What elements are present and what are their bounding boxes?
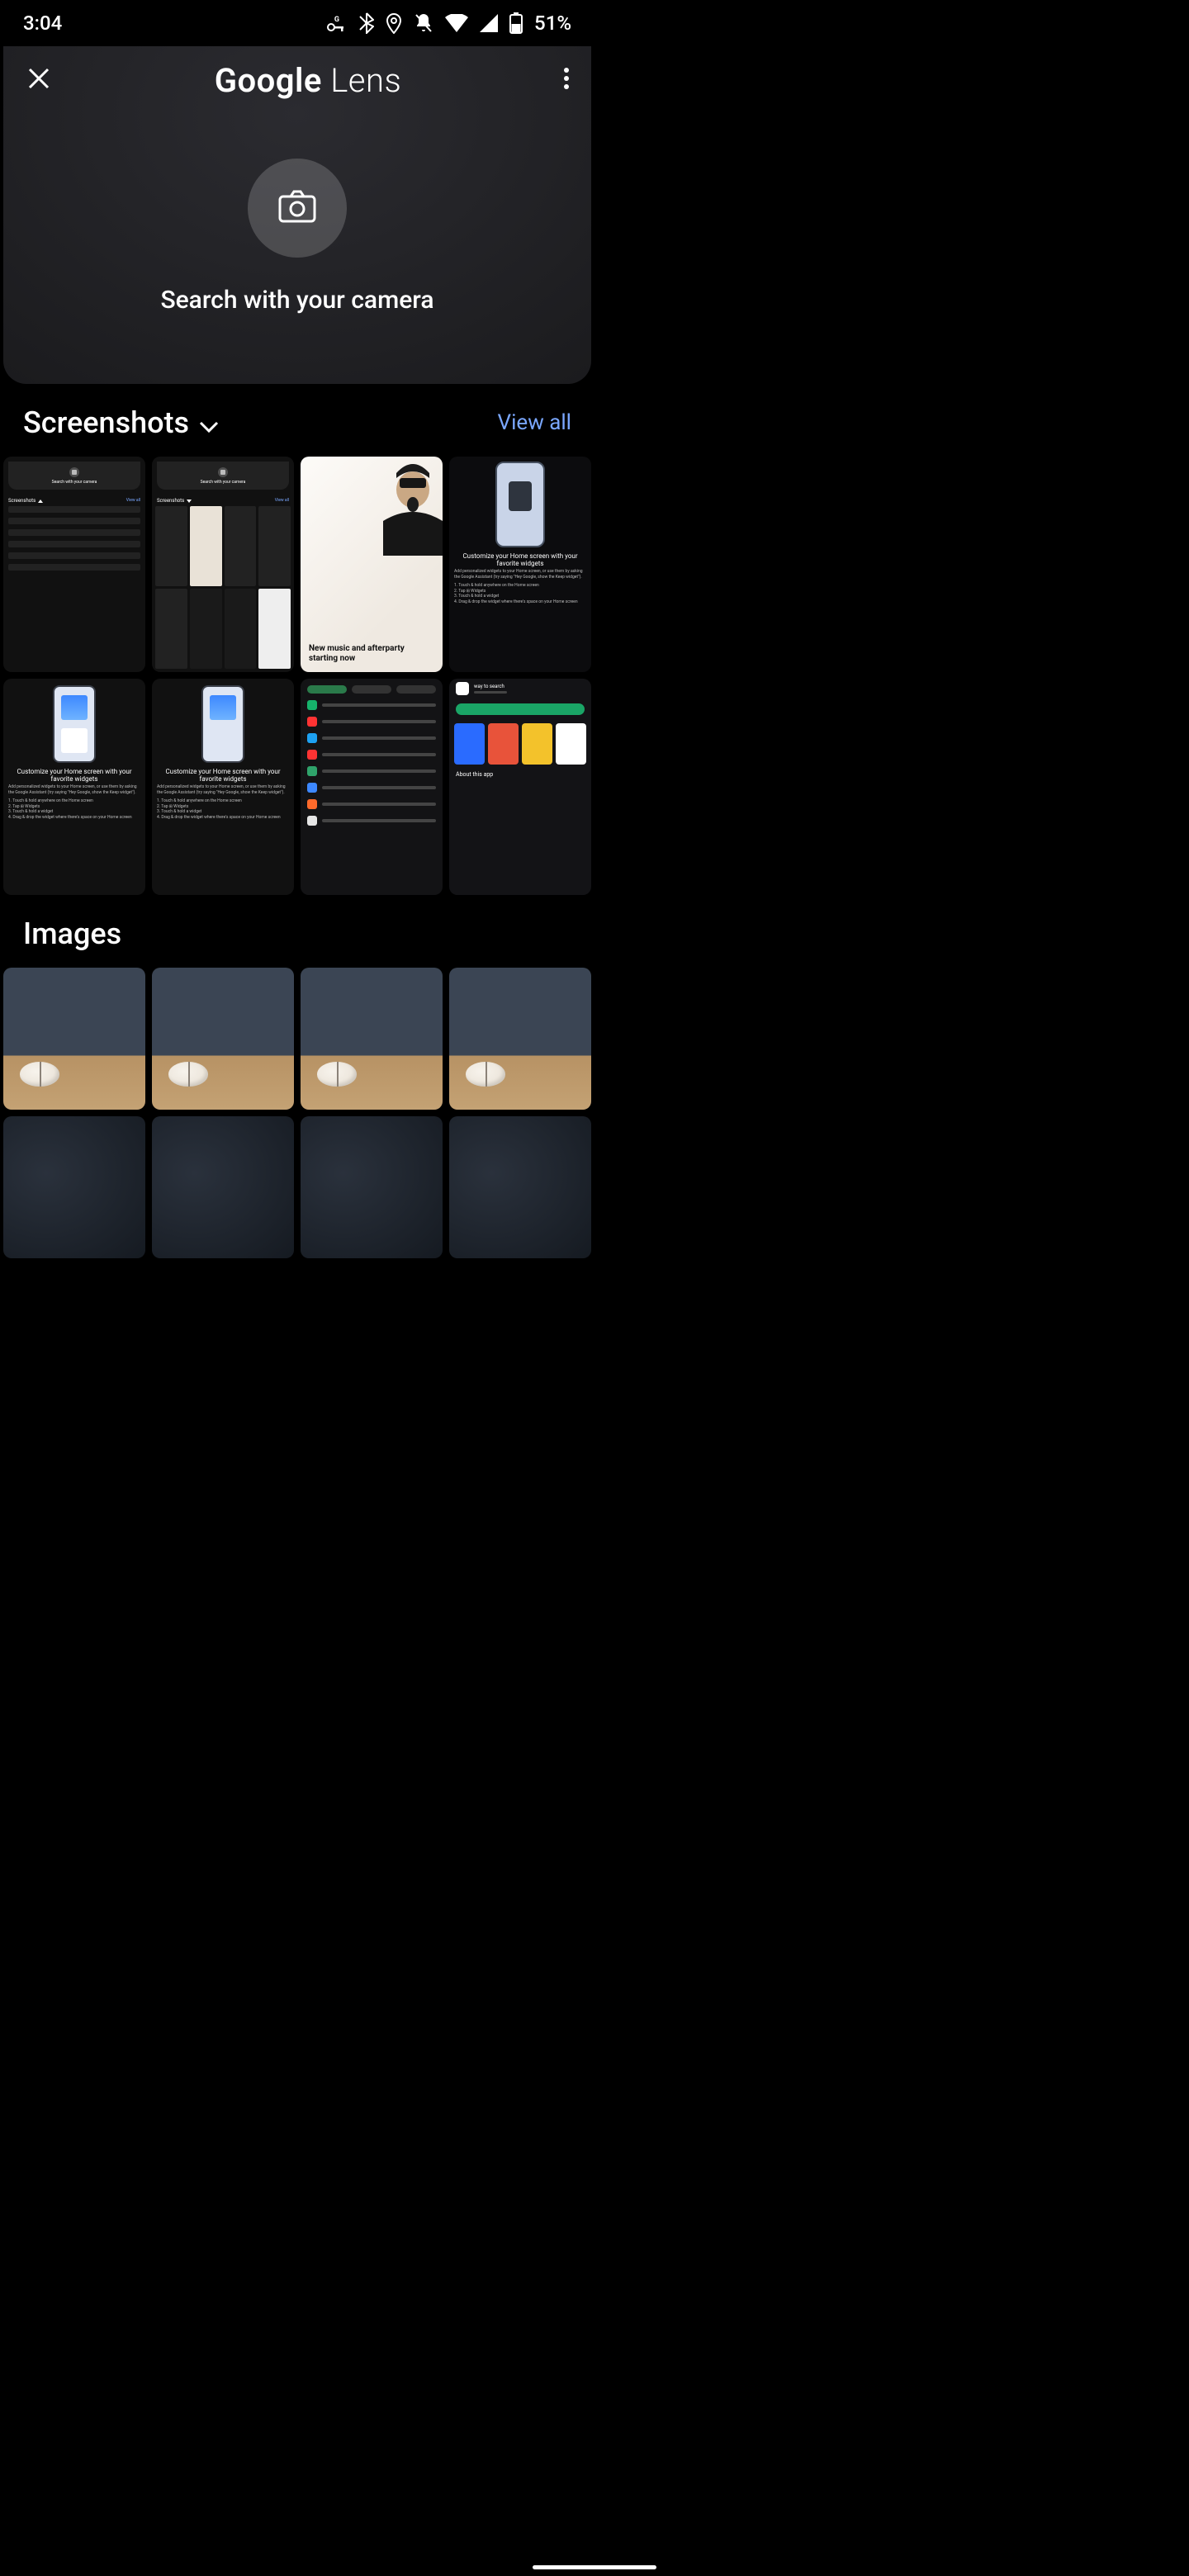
wifi-icon <box>445 14 468 32</box>
bluetooth-icon <box>359 12 374 34</box>
thumb-mini-steps: 1. Touch & hold anywhere on the Home scr… <box>3 798 145 820</box>
status-time: 3:04 <box>23 12 62 35</box>
screenshot-thumb[interactable]: way to search About this app <box>449 679 591 894</box>
thumb-mini-body: Add personalized widgets to your Home sc… <box>3 784 145 795</box>
image-thumb[interactable] <box>449 1116 591 1258</box>
dnd-icon <box>414 12 433 34</box>
screenshots-grid: Search with your camera Screenshots View… <box>0 450 594 895</box>
image-thumb[interactable] <box>449 968 591 1110</box>
thumb-mini-caption: Search with your camera <box>52 480 97 485</box>
screenshot-thumb[interactable]: Search with your camera Screenshots View… <box>152 457 294 672</box>
image-thumb[interactable] <box>152 968 294 1110</box>
screenshots-folder-picker[interactable]: Screenshots <box>23 405 219 440</box>
cell-signal-icon <box>480 14 498 32</box>
images-header: Images <box>0 895 594 961</box>
image-thumb[interactable] <box>152 1116 294 1258</box>
thumb-mini-caption: Customize your Home screen with your fav… <box>155 768 291 783</box>
battery-text: 51% <box>534 12 571 35</box>
section-title-text: Images <box>23 916 121 951</box>
thumb-mini-about: About this app <box>449 765 591 778</box>
thumb-mini-viewall: View all <box>275 498 289 503</box>
thumb-mini-caption: Search with your camera <box>201 480 246 485</box>
thumb-mini-body: Add personalized widgets to your Home sc… <box>152 784 294 795</box>
thumb-mini-caption: Screenshots <box>157 498 192 504</box>
camera-search-card: Google Lens Search with your camera <box>3 46 591 384</box>
thumb-mini-caption: Screenshots <box>8 498 43 504</box>
screenshots-header: Screenshots View all <box>0 384 594 450</box>
screenshot-thumb[interactable]: New music and afterparty starting now <box>301 457 443 672</box>
thumb-mini-title: way to search <box>474 684 585 689</box>
camera-area: Search with your camera <box>3 109 591 331</box>
more-button[interactable] <box>563 67 570 93</box>
image-thumb[interactable] <box>301 1116 443 1258</box>
app-title-thin: Lens <box>322 61 401 100</box>
folder-title: Screenshots <box>23 405 189 440</box>
thumb-mini-steps: 1. Touch & hold anywhere on the Home scr… <box>449 583 591 604</box>
image-thumb[interactable] <box>301 968 443 1110</box>
screenshot-thumb[interactable]: Customize your Home screen with your fav… <box>449 457 591 672</box>
app-title: Google Lens <box>53 61 563 100</box>
close-button[interactable] <box>25 64 53 96</box>
image-thumb[interactable] <box>3 1116 145 1258</box>
thumb-mini-body: Add personalized widgets to your Home sc… <box>449 569 591 580</box>
screenshot-thumb[interactable]: Customize your Home screen with your fav… <box>152 679 294 894</box>
thumb-mini-steps: 1. Touch & hold anywhere on the Home scr… <box>152 798 294 820</box>
screenshot-thumb[interactable]: Search with your camera Screenshots View… <box>3 457 145 672</box>
images-grid <box>0 961 594 1258</box>
camera-caption: Search with your camera <box>160 286 433 315</box>
status-bar: 3:04 G 51% <box>0 0 594 46</box>
status-right: G 51% <box>326 12 571 35</box>
location-icon <box>386 12 402 34</box>
thumb-mini-caption: Customize your Home screen with your fav… <box>454 552 586 567</box>
nav-indicator <box>533 2565 656 2569</box>
camera-icon <box>278 190 316 226</box>
screenshots-view-all[interactable]: View all <box>498 410 571 435</box>
image-thumb[interactable] <box>3 968 145 1110</box>
screenshot-thumb[interactable]: Customize your Home screen with your fav… <box>3 679 145 894</box>
app-title-bold: Google <box>215 61 322 100</box>
chevron-down-icon <box>199 405 219 440</box>
vpn-key-icon: G <box>326 14 348 32</box>
svg-text:G: G <box>334 16 339 24</box>
lens-top-bar: Google Lens <box>3 51 591 109</box>
thumb-mini-caption: Customize your Home screen with your fav… <box>7 768 142 783</box>
thumb-mini-viewall: View all <box>126 498 140 503</box>
screenshot-thumb[interactable] <box>301 679 443 894</box>
images-title: Images <box>23 916 121 951</box>
battery-icon <box>509 12 523 34</box>
thumb-mini-caption: New music and afterparty starting now <box>301 637 443 672</box>
open-camera-button[interactable] <box>248 159 347 258</box>
